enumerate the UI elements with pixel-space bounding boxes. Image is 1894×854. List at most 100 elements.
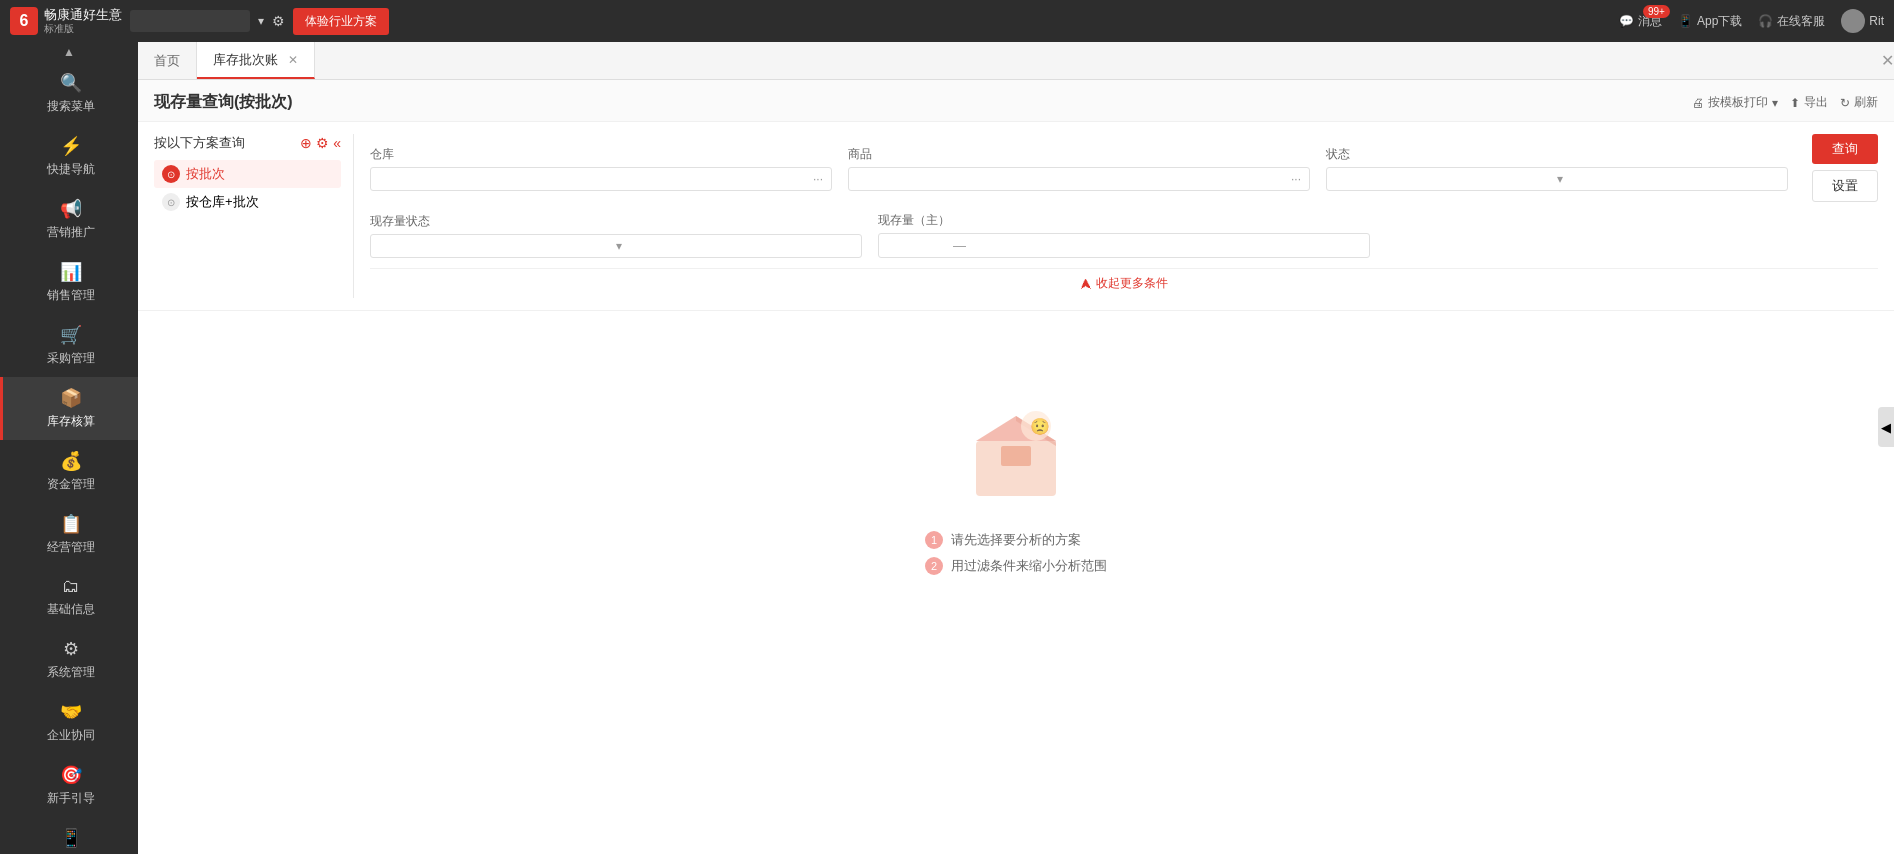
right-edge-toggle[interactable]: ◀ (1878, 407, 1894, 447)
refresh-btn[interactable]: ↻ 刷新 (1840, 94, 1878, 111)
current-qty-max-input[interactable] (972, 239, 1032, 253)
stock-status-select[interactable]: ▾ (370, 234, 862, 258)
close-page-btn[interactable]: ✕ (1881, 51, 1894, 70)
print-dropdown-icon[interactable]: ▾ (1772, 96, 1778, 110)
tab-home[interactable]: 首页 (138, 42, 197, 79)
scheme-icon-warehouse-batch: ⊙ (162, 193, 180, 211)
warehouse-dots[interactable]: ··· (813, 172, 823, 186)
main-layout: ▲ 🔍 搜索菜单 ⚡ 快捷导航 📢 营销推广 📊 销售管理 🛒 采购管理 📦 库… (0, 42, 1894, 854)
scheme-title: 按以下方案查询 (154, 134, 245, 152)
sidebar-item-enterprise[interactable]: 🤝 企业协同 (0, 691, 138, 754)
export-btn[interactable]: ⬆ 导出 (1790, 94, 1828, 111)
stock-status-label: 现存量状态 (370, 213, 862, 230)
online-service-btn[interactable]: 🎧 在线客服 (1758, 13, 1825, 30)
svg-text:😟: 😟 (1030, 417, 1050, 436)
online-service-label: 在线客服 (1777, 13, 1825, 30)
filter-scheme-header: 按以下方案查询 ⊕ ⚙ « (154, 134, 341, 152)
sidebar-icon-marketing: 📢 (60, 198, 82, 220)
header-search-input[interactable] (130, 10, 250, 32)
range-dash: — (953, 238, 966, 253)
sidebar-item-system[interactable]: ⚙ 系统管理 (0, 628, 138, 691)
service-icon: 🎧 (1758, 14, 1773, 28)
sidebar-icon-sales: 📊 (60, 261, 82, 283)
filter-settings-btn[interactable]: 设置 (1812, 170, 1878, 202)
warehouse-input[interactable] (379, 172, 813, 186)
tip-num-1: 1 (925, 531, 943, 549)
tab-batch-account[interactable]: 库存批次账 ✕ (197, 42, 315, 79)
header-gear-btn[interactable]: ⚙ (272, 13, 285, 29)
sidebar-icon-operation: 📋 (60, 513, 82, 535)
sidebar-item-finance[interactable]: 💰 资金管理 (0, 440, 138, 503)
sidebar-item-operation[interactable]: 📋 经营管理 (0, 503, 138, 566)
status-select[interactable]: ▾ (1326, 167, 1788, 191)
sidebar-label-newbie: 新手引导 (47, 790, 95, 807)
product-input-wrap[interactable]: ··· (848, 167, 1310, 191)
sidebar-item-newbie[interactable]: 🎯 新手引导 (0, 754, 138, 817)
logo-icon: 6 (10, 7, 38, 35)
sidebar-label-inventory: 库存核算 (47, 413, 95, 430)
sidebar-icon-system: ⚙ (63, 638, 79, 660)
header-left: 6 畅康通好生意 标准版 ▾ ⚙ 体验行业方案 (10, 7, 389, 35)
filter-row-1: 仓库 ··· 商品 ··· (370, 134, 1878, 202)
messages-badge: 99+ (1643, 5, 1670, 18)
sidebar-item-app-center[interactable]: 📱 应用中心 (0, 817, 138, 854)
sidebar-scroll-up[interactable]: ▲ (0, 42, 138, 62)
filter-panel: 按以下方案查询 ⊕ ⚙ « ⊙ 按批次 ⊙ 按仓库+ (138, 122, 1894, 311)
tab-batch-close[interactable]: ✕ (288, 53, 298, 67)
sidebar-icon-finance: 💰 (60, 450, 82, 472)
scheme-item-batch[interactable]: ⊙ 按批次 (154, 160, 341, 188)
experience-btn[interactable]: 体验行业方案 (293, 8, 389, 35)
app-version: 标准版 (44, 23, 122, 35)
sidebar-item-search-menu[interactable]: 🔍 搜索菜单 (0, 62, 138, 125)
sidebar-item-quick-nav[interactable]: ⚡ 快捷导航 (0, 125, 138, 188)
avatar (1841, 9, 1865, 33)
sidebar-item-sales[interactable]: 📊 销售管理 (0, 251, 138, 314)
empty-state: 😟 1 请先选择要分析的方案 2 用过滤条件来缩小分析范围 (138, 311, 1894, 655)
empty-illustration: 😟 (956, 391, 1076, 511)
collapse-bar[interactable]: ⮝ 收起更多条件 (370, 268, 1878, 298)
user-name: Rit (1869, 14, 1884, 28)
export-label: 导出 (1804, 94, 1828, 111)
app-download-label: App下载 (1697, 13, 1742, 30)
print-icon: 🖨 (1692, 96, 1704, 110)
sidebar-item-basic[interactable]: 🗂 基础信息 (0, 566, 138, 628)
collapse-scheme-btn[interactable]: « (333, 135, 341, 151)
current-qty-min-input[interactable] (887, 239, 947, 253)
query-btn[interactable]: 查询 (1812, 134, 1878, 164)
sidebar-icon-purchase: 🛒 (60, 324, 82, 346)
app-download-btn[interactable]: 📱 App下载 (1678, 13, 1742, 30)
product-input[interactable] (857, 172, 1291, 186)
warehouse-input-wrap[interactable]: ··· (370, 167, 832, 191)
sidebar-item-inventory[interactable]: 📦 库存核算 (0, 377, 138, 440)
settings-scheme-btn[interactable]: ⚙ (316, 135, 329, 151)
scheme-item-warehouse-batch[interactable]: ⊙ 按仓库+批次 (154, 188, 341, 216)
sidebar-label-system: 系统管理 (47, 664, 95, 681)
scheme-header-left: 按以下方案查询 (154, 134, 245, 152)
sidebar-item-purchase[interactable]: 🛒 采购管理 (0, 314, 138, 377)
tab-batch-label: 库存批次账 (213, 51, 278, 69)
filter-group-status: 状态 ▾ (1326, 146, 1788, 191)
sidebar-icon-basic: 🗂 (62, 576, 80, 597)
current-qty-range-wrap[interactable]: — (878, 233, 1370, 258)
product-dots[interactable]: ··· (1291, 172, 1301, 186)
filter-group-stock-status: 现存量状态 ▾ (370, 213, 862, 258)
logo-text: 畅康通好生意 标准版 (44, 7, 122, 35)
print-template-label: 按模板打印 (1708, 94, 1768, 111)
header-dropdown-btn[interactable]: ▾ (258, 14, 264, 28)
download-icon: 📱 (1678, 14, 1693, 28)
current-qty-label: 现存量（主） (878, 212, 1370, 229)
sidebar: ▲ 🔍 搜索菜单 ⚡ 快捷导航 📢 营销推广 📊 销售管理 🛒 采购管理 📦 库… (0, 42, 138, 854)
messages-btn[interactable]: 💬 消息 99+ (1619, 13, 1662, 30)
sidebar-label-operation: 经营管理 (47, 539, 95, 556)
add-scheme-btn[interactable]: ⊕ (300, 135, 312, 151)
tip-num-2: 2 (925, 557, 943, 575)
product-label: 商品 (848, 146, 1310, 163)
collapse-up-icon: ⮝ (1080, 277, 1092, 291)
company-name: 畅康通好生意 (44, 7, 122, 23)
print-template-btn[interactable]: 🖨 按模板打印 ▾ (1692, 94, 1778, 111)
content-area: 首页 库存批次账 ✕ ✕ 现存量查询(按批次) 🖨 按模板打印 ▾ (138, 42, 1894, 854)
scheme-icon-batch: ⊙ (162, 165, 180, 183)
sidebar-item-marketing[interactable]: 📢 营销推广 (0, 188, 138, 251)
page-actions: 🖨 按模板打印 ▾ ⬆ 导出 ↻ 刷新 (1692, 94, 1878, 111)
user-info[interactable]: Rit (1841, 9, 1884, 33)
